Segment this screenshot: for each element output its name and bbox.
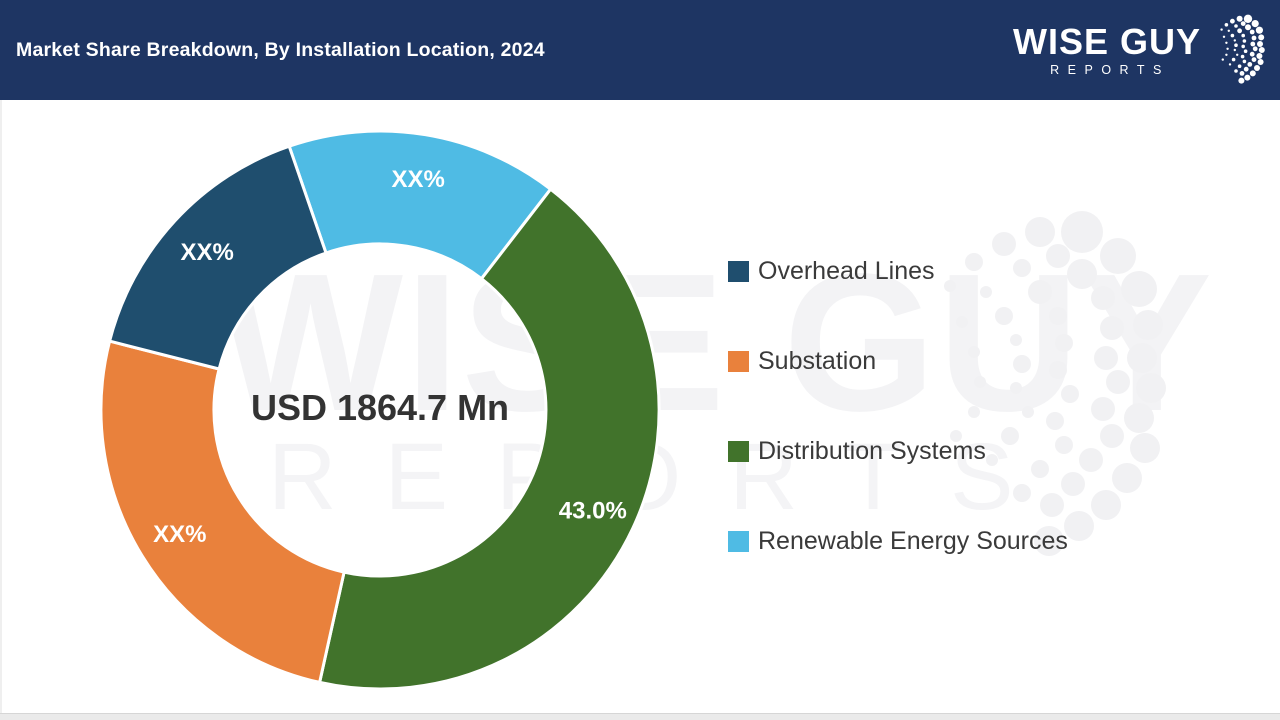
legend-swatch-renewable-energy-sources xyxy=(728,530,749,552)
legend-label-substation: Substation xyxy=(758,346,877,375)
logo-face-icon xyxy=(1220,14,1265,84)
segment-value-label-overhead-lines: XX% xyxy=(181,239,234,266)
segment-value-label-substation: XX% xyxy=(153,521,206,548)
logo-wordmark: WISE GUY xyxy=(1012,20,1201,62)
segment-value-label-renewable-energy-sources: XX% xyxy=(392,166,445,193)
market-share-infographic: Market Share Breakdown, By Installation … xyxy=(0,0,1280,720)
donut-center-value: USD 1864.7 Mn xyxy=(250,387,510,428)
page-title: Market Share Breakdown, By Installation … xyxy=(16,38,545,61)
wise-guy-logo: WISE GUY REPORTS xyxy=(1013,13,1266,87)
legend-swatch-overhead-lines xyxy=(728,260,749,282)
left-edge-strip xyxy=(0,100,2,713)
logo-text: WISE GUY REPORTS xyxy=(1012,20,1201,77)
legend-label-renewable-energy-sources: Renewable Energy Sources xyxy=(758,526,1068,555)
header-bar: Market Share Breakdown, By Installation … xyxy=(0,0,1280,100)
legend-item-overhead-lines[interactable]: Overhead Lines xyxy=(728,252,1068,290)
legend-item-renewable-energy-sources[interactable]: Renewable Energy Sources xyxy=(728,522,1068,560)
legend-label-distribution-systems: Distribution Systems xyxy=(758,436,986,465)
legend-item-substation[interactable]: Substation xyxy=(728,342,1068,380)
chart-legend: Overhead Lines Substation Distribution Sys… xyxy=(728,252,1068,560)
segment-value-label-distribution-systems: 43.0% xyxy=(559,498,627,525)
legend-swatch-distribution-systems xyxy=(728,440,749,462)
legend-item-distribution-systems[interactable]: Distribution Systems xyxy=(728,432,1068,470)
logo-subtitle: REPORTS xyxy=(1050,62,1170,77)
legend-swatch-substation xyxy=(728,350,749,372)
legend-label-overhead-lines: Overhead Lines xyxy=(758,256,935,285)
footer-strip xyxy=(0,713,1280,720)
